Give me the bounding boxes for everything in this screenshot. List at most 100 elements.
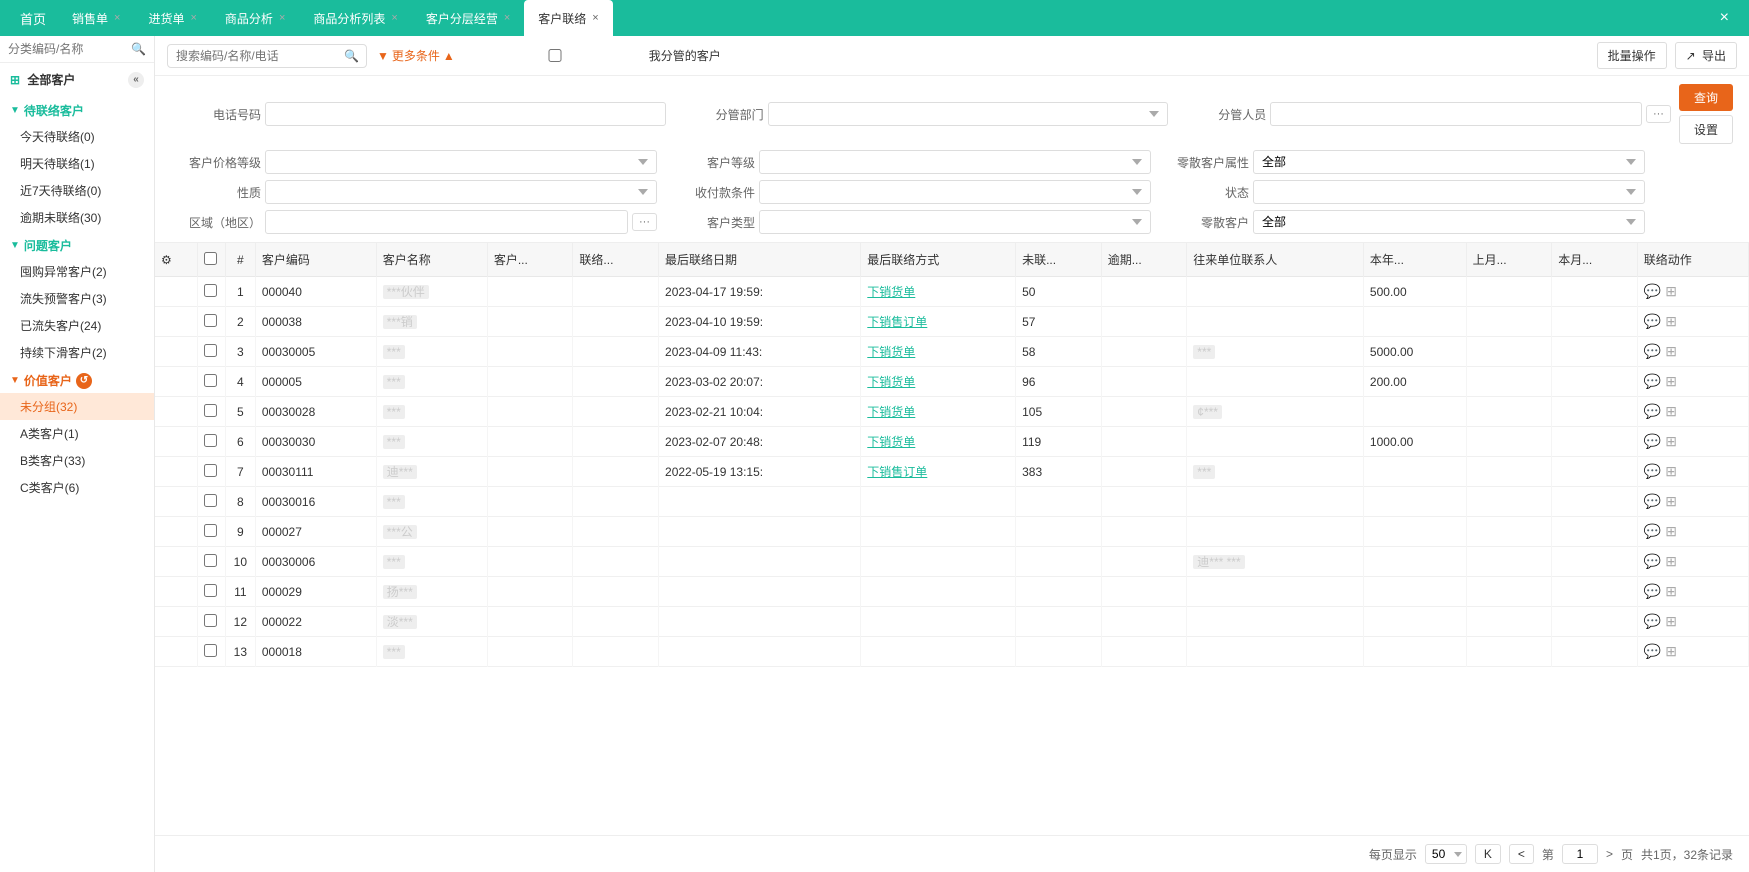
- row-action-9[interactable]: 💬 ⊞: [1637, 547, 1748, 577]
- sidebar-item-class-a[interactable]: A类客户(1): [0, 420, 154, 447]
- message-icon-9[interactable]: 💬: [1644, 553, 1661, 570]
- grid-action-icon-5[interactable]: ⊞: [1665, 433, 1677, 450]
- row-checkbox-input-6[interactable]: [204, 464, 217, 477]
- export-button[interactable]: ↗ 导出: [1675, 42, 1737, 69]
- row-action-6[interactable]: 💬 ⊞: [1637, 457, 1748, 487]
- row-action-12[interactable]: 💬 ⊞: [1637, 637, 1748, 667]
- row-checkbox-5[interactable]: [197, 427, 225, 457]
- message-icon-3[interactable]: 💬: [1644, 373, 1661, 390]
- sidebar-section-value[interactable]: ▼ 价值客户 ↺: [0, 366, 154, 393]
- more-conditions-button[interactable]: ▼ 更多条件 ▲: [377, 47, 455, 64]
- row-checkbox-7[interactable]: [197, 487, 225, 517]
- row-checkbox-9[interactable]: [197, 547, 225, 577]
- row-checkbox-input-10[interactable]: [204, 584, 217, 597]
- row-last-method-1[interactable]: 下销售订单: [861, 307, 1016, 337]
- row-checkbox-10[interactable]: [197, 577, 225, 607]
- tab-goods-analysis[interactable]: 商品分析 ×: [211, 0, 299, 36]
- message-icon-8[interactable]: 💬: [1644, 523, 1661, 540]
- row-last-method-5[interactable]: 下销货单: [861, 427, 1016, 457]
- row-checkbox-8[interactable]: [197, 517, 225, 547]
- customer-type-select[interactable]: [759, 210, 1151, 234]
- price-level-select[interactable]: [265, 150, 657, 174]
- tab-sales[interactable]: 销售单 ×: [58, 0, 134, 36]
- row-last-method-8[interactable]: [861, 517, 1016, 547]
- sidebar-item-class-c[interactable]: C类客户(6): [0, 474, 154, 501]
- sidebar-item-unclassified[interactable]: 未分组(32): [0, 393, 154, 420]
- this-month-col-header[interactable]: 本月...: [1552, 243, 1638, 277]
- row-action-8[interactable]: 💬 ⊞: [1637, 517, 1748, 547]
- my-customers-checkbox-area[interactable]: 我分管的客户: [465, 47, 721, 64]
- row-action-4[interactable]: 💬 ⊞: [1637, 397, 1748, 427]
- sidebar-item-today-pending[interactable]: 今天待联络(0): [0, 123, 154, 150]
- sidebar-item-7days-pending[interactable]: 近7天待联络(0): [0, 177, 154, 204]
- tab-purchase[interactable]: 进货单 ×: [134, 0, 210, 36]
- sidebar-section-pending[interactable]: ▼ 待联络客户: [0, 96, 154, 123]
- grid-action-icon-8[interactable]: ⊞: [1665, 523, 1677, 540]
- message-icon-7[interactable]: 💬: [1644, 493, 1661, 510]
- row-checkbox-input-2[interactable]: [204, 344, 217, 357]
- sidebar-item-hoard-abnormal[interactable]: 囤购异常客户(2): [0, 258, 154, 285]
- row-last-method-2[interactable]: 下销货单: [861, 337, 1016, 367]
- name-col-header[interactable]: 客户名称: [376, 243, 487, 277]
- grid-action-icon-2[interactable]: ⊞: [1665, 343, 1677, 360]
- retail-customer-select[interactable]: 全部: [1253, 210, 1645, 234]
- grid-action-icon-1[interactable]: ⊞: [1665, 313, 1677, 330]
- grid-action-icon-12[interactable]: ⊞: [1665, 643, 1677, 660]
- tab-home[interactable]: 首页: [8, 9, 58, 28]
- dept-select[interactable]: [768, 102, 1169, 126]
- close-purchase-tab[interactable]: ×: [190, 12, 196, 24]
- overdue-col-header[interactable]: 逾期...: [1101, 243, 1187, 277]
- person-ellipsis-button[interactable]: ···: [1646, 105, 1671, 123]
- message-icon-6[interactable]: 💬: [1644, 463, 1661, 480]
- refresh-icon[interactable]: ↺: [76, 373, 92, 389]
- row-action-1[interactable]: 💬 ⊞: [1637, 307, 1748, 337]
- row-checkbox-6[interactable]: [197, 457, 225, 487]
- person-input[interactable]: [1270, 102, 1642, 126]
- grid-action-icon-4[interactable]: ⊞: [1665, 403, 1677, 420]
- row-checkbox-input-3[interactable]: [204, 374, 217, 387]
- tab-goods-list[interactable]: 商品分析列表 ×: [299, 0, 411, 36]
- message-icon-2[interactable]: 💬: [1644, 343, 1661, 360]
- message-icon-1[interactable]: 💬: [1644, 313, 1661, 330]
- row-last-method-9[interactable]: [861, 547, 1016, 577]
- collapse-sidebar-button[interactable]: «: [128, 72, 144, 88]
- close-window-button[interactable]: ×: [1708, 9, 1741, 27]
- row-action-7[interactable]: 💬 ⊞: [1637, 487, 1748, 517]
- sidebar-item-churn-warning[interactable]: 流失预警客户(3): [0, 285, 154, 312]
- per-page-select[interactable]: 50: [1425, 844, 1467, 864]
- grid-action-icon-7[interactable]: ⊞: [1665, 493, 1677, 510]
- row-action-3[interactable]: 💬 ⊞: [1637, 367, 1748, 397]
- grid-action-icon-9[interactable]: ⊞: [1665, 553, 1677, 570]
- message-icon-0[interactable]: 💬: [1644, 283, 1661, 300]
- my-customers-checkbox[interactable]: [465, 49, 645, 62]
- row-checkbox-input-0[interactable]: [204, 284, 217, 297]
- search-input[interactable]: [167, 44, 367, 68]
- sidebar-item-tomorrow-pending[interactable]: 明天待联络(1): [0, 150, 154, 177]
- row-checkbox-input-11[interactable]: [204, 614, 217, 627]
- page-input[interactable]: [1562, 844, 1598, 864]
- row-last-method-0[interactable]: 下销货单: [861, 277, 1016, 307]
- close-customer-contact-tab[interactable]: ×: [592, 12, 598, 24]
- row-action-2[interactable]: 💬 ⊞: [1637, 337, 1748, 367]
- row-action-5[interactable]: 💬 ⊞: [1637, 427, 1748, 457]
- message-icon-12[interactable]: 💬: [1644, 643, 1661, 660]
- sidebar-section-problem[interactable]: ▼ 问题客户: [0, 231, 154, 258]
- row-checkbox-input-4[interactable]: [204, 404, 217, 417]
- row-checkbox-2[interactable]: [197, 337, 225, 367]
- query-button[interactable]: 查询: [1679, 84, 1733, 111]
- area-input[interactable]: [265, 210, 628, 234]
- row-checkbox-1[interactable]: [197, 307, 225, 337]
- row-checkbox-11[interactable]: [197, 607, 225, 637]
- no-contact-col-header[interactable]: 未联...: [1016, 243, 1102, 277]
- row-last-method-11[interactable]: [861, 607, 1016, 637]
- status-select[interactable]: [1253, 180, 1645, 204]
- area-ellipsis-button[interactable]: ···: [632, 213, 657, 231]
- phone-input[interactable]: [265, 102, 666, 126]
- code-col-header[interactable]: 客户编码: [255, 243, 376, 277]
- grid-action-icon-10[interactable]: ⊞: [1665, 583, 1677, 600]
- sidebar-item-overdue-pending[interactable]: 逾期未联络(30): [0, 204, 154, 231]
- contact-col-header[interactable]: 联络...: [573, 243, 659, 277]
- retail-attr-select[interactable]: 全部: [1253, 150, 1645, 174]
- next-page-button[interactable]: >: [1606, 847, 1613, 861]
- customer-level-select[interactable]: [759, 150, 1151, 174]
